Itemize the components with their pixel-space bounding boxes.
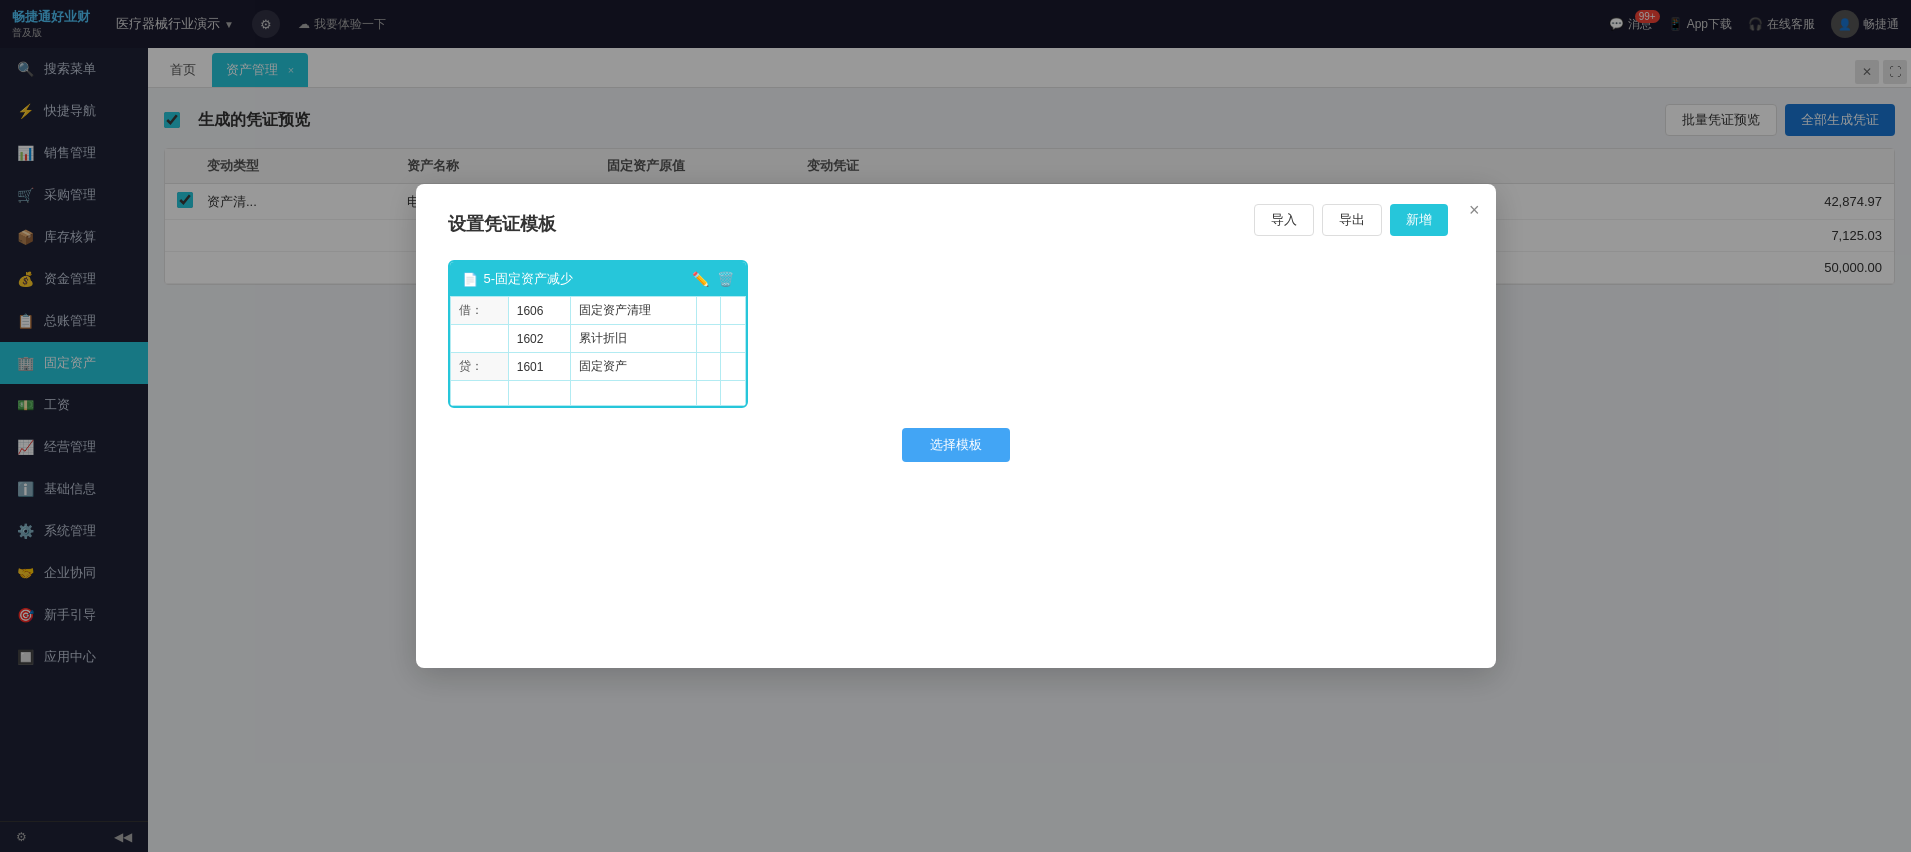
select-template-button[interactable]: 选择模板 <box>902 428 1010 462</box>
debit-code-2: 1602 <box>508 325 570 353</box>
template-debit-row-2: 1602 累计折旧 <box>450 325 745 353</box>
template-empty-row <box>450 381 745 406</box>
modal-body: 📄 5-固定资产减少 ✏️ 🗑️ 借： 1606 固定资产清理 <box>448 260 1464 640</box>
debit-name-1: 固定资产清理 <box>570 297 696 325</box>
new-template-button[interactable]: 新增 <box>1390 204 1448 236</box>
debit-label: 借： <box>450 297 508 325</box>
debit-code-1: 1606 <box>508 297 570 325</box>
edit-template-icon[interactable]: ✏️ <box>692 271 709 287</box>
modal-header-actions: 导入 导出 新增 <box>1254 204 1448 236</box>
template-debit-row-1: 借： 1606 固定资产清理 <box>450 297 745 325</box>
credit-name-1: 固定资产 <box>570 353 696 381</box>
template-credit-row-1: 贷： 1601 固定资产 <box>450 353 745 381</box>
modal-set-template: × 导入 导出 新增 设置凭证模板 📄 5-固定资产减少 ✏️ 🗑️ <box>416 184 1496 668</box>
template-card-actions: ✏️ 🗑️ <box>692 271 734 287</box>
template-card-title: 📄 5-固定资产减少 <box>462 270 574 288</box>
credit-label: 贷： <box>450 353 508 381</box>
export-button[interactable]: 导出 <box>1322 204 1382 236</box>
credit-code-1: 1601 <box>508 353 570 381</box>
modal-close-button[interactable]: × <box>1469 200 1480 221</box>
debit-name-2: 累计折旧 <box>570 325 696 353</box>
template-entries-table: 借： 1606 固定资产清理 1602 累计折旧 <box>450 296 746 406</box>
delete-template-icon[interactable]: 🗑️ <box>717 271 734 287</box>
template-card-header: 📄 5-固定资产减少 ✏️ 🗑️ <box>450 262 746 296</box>
template-card: 📄 5-固定资产减少 ✏️ 🗑️ 借： 1606 固定资产清理 <box>448 260 748 408</box>
template-doc-icon: 📄 <box>462 272 478 287</box>
modal-overlay[interactable]: × 导入 导出 新增 设置凭证模板 📄 5-固定资产减少 ✏️ 🗑️ <box>0 0 1911 852</box>
import-button[interactable]: 导入 <box>1254 204 1314 236</box>
